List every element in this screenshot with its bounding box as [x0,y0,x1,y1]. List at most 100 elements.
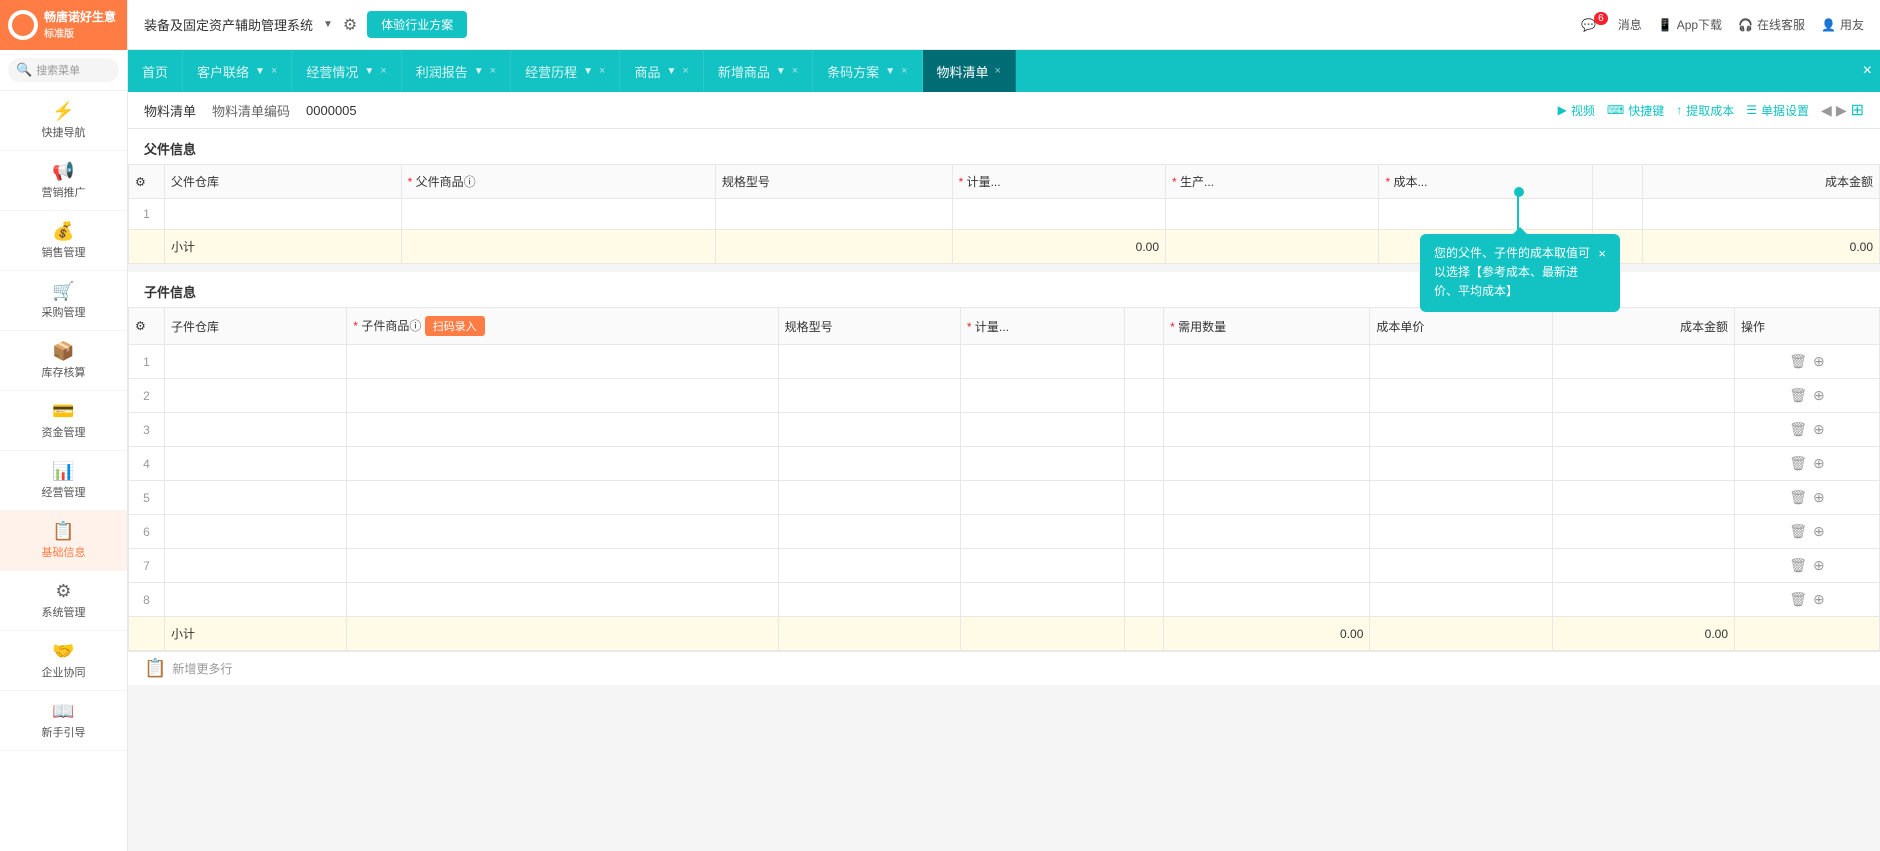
child-row-3-goods[interactable] [347,413,778,447]
delete-icon-7[interactable]: 🗑 [1789,557,1807,574]
child-row-1-quantity[interactable] [1164,345,1370,379]
tab-profit-close[interactable]: × [490,65,496,77]
shortcut-action[interactable]: ⌨ 快捷键 [1607,102,1664,119]
sidebar-item-system[interactable]: ⚙ 系统管理 [0,571,127,631]
parent-row-1-cost[interactable] [1379,199,1592,230]
delete-icon-8[interactable]: 🗑 [1789,591,1807,608]
child-row-8-goods[interactable] [347,583,778,617]
tab-history[interactable]: 经营历程 ▼ × [511,50,620,92]
copy-icon-2[interactable]: ⊕ [1813,387,1825,404]
extract-cost-action[interactable]: ↑ 提取成本 [1676,102,1734,119]
child-row-2-amount[interactable] [1552,379,1734,413]
child-row-1-warehouse[interactable] [165,345,347,379]
child-row-1-unit-cost[interactable] [1370,345,1552,379]
tooltip-close-btn[interactable]: × [1598,244,1606,265]
child-row-2-unit[interactable] [960,379,1124,413]
child-row-6-quantity[interactable] [1164,515,1370,549]
child-row-3-spec[interactable] [778,413,960,447]
child-row-2-goods[interactable] [347,379,778,413]
child-row-4-goods[interactable] [347,447,778,481]
tab-bom[interactable]: 物料清单 × [923,50,1016,92]
sidebar-item-finance[interactable]: 💳 资金管理 [0,391,127,451]
copy-icon-5[interactable]: ⊕ [1813,489,1825,506]
child-row-1-spec[interactable] [778,345,960,379]
sidebar-item-marketing[interactable]: 📢 营销推广 [0,151,127,211]
delete-icon-4[interactable]: 🗑 [1789,455,1807,472]
child-row-1-unit[interactable] [960,345,1124,379]
child-row-8-amount[interactable] [1552,583,1734,617]
child-row-5-unit[interactable] [960,481,1124,515]
child-row-6-amount[interactable] [1552,515,1734,549]
child-row-7-amount[interactable] [1552,549,1734,583]
parent-row-1-goods[interactable] [401,199,715,230]
tab-situation-close[interactable]: × [380,65,386,77]
tab-new-goods-close[interactable]: × [792,65,798,77]
child-row-6-spec[interactable] [778,515,960,549]
user-group[interactable]: 👤 用友 [1821,16,1864,33]
prev-page-btn[interactable]: ◀ [1821,102,1832,119]
tab-barcode-close[interactable]: × [901,65,907,77]
sidebar-item-quick-nav[interactable]: ⚡ 快捷导航 [0,91,127,151]
child-row-4-unit[interactable] [960,447,1124,481]
sidebar-item-purchase[interactable]: 🛒 采购管理 [0,271,127,331]
child-row-1-amount[interactable] [1552,345,1734,379]
copy-icon-8[interactable]: ⊕ [1813,591,1825,608]
view-action[interactable]: ▶ 视频 [1558,102,1595,119]
parent-row-1-notes[interactable] [1592,199,1642,230]
child-row-6-warehouse[interactable] [165,515,347,549]
sidebar-item-guide[interactable]: 📖 新手引导 [0,691,127,751]
online-service-group[interactable]: 🎧 在线客服 [1738,16,1805,33]
scan-btn[interactable]: 扫码录入 [425,316,485,336]
sidebar-search-container[interactable]: 🔍 搜索菜单 [0,50,127,91]
child-row-7-warehouse[interactable] [165,549,347,583]
sidebar-item-sales[interactable]: 💰 销售管理 [0,211,127,271]
next-page-btn[interactable]: ▶ [1836,102,1847,119]
tab-history-close[interactable]: × [599,65,605,77]
child-row-8-spec[interactable] [778,583,960,617]
child-row-3-quantity[interactable] [1164,413,1370,447]
child-row-5-amount[interactable] [1552,481,1734,515]
child-row-8-unit[interactable] [960,583,1124,617]
sidebar-item-enterprise[interactable]: 🤝 企业协同 [0,631,127,691]
parent-row-1-warehouse[interactable] [165,199,402,230]
add-row-icon[interactable]: 📋 [144,658,166,679]
tab-situation[interactable]: 经营情况 ▼ × [292,50,401,92]
tab-goods-close[interactable]: × [682,65,688,77]
child-row-4-unit-cost[interactable] [1370,447,1552,481]
delete-icon-5[interactable]: 🗑 [1789,489,1807,506]
child-row-8-unit-cost[interactable] [1370,583,1552,617]
tab-customer-close[interactable]: × [271,65,277,77]
child-row-7-unit[interactable] [960,549,1124,583]
child-row-8-quantity[interactable] [1164,583,1370,617]
child-row-1-goods[interactable] [347,345,778,379]
child-row-5-spec[interactable] [778,481,960,515]
tab-bar-close-btn[interactable]: × [1863,62,1872,80]
tab-new-goods[interactable]: 新增商品 ▼ × [704,50,813,92]
copy-icon-7[interactable]: ⊕ [1813,557,1825,574]
messages-group[interactable]: 💬 6 消息 [1581,16,1642,33]
child-row-4-warehouse[interactable] [165,447,347,481]
copy-icon-1[interactable]: ⊕ [1813,353,1825,370]
copy-icon-6[interactable]: ⊕ [1813,523,1825,540]
single-settings-action[interactable]: ☰ 单据设置 [1746,102,1809,119]
parent-row-1-production[interactable] [1166,199,1379,230]
child-row-4-amount[interactable] [1552,447,1734,481]
child-row-2-quantity[interactable] [1164,379,1370,413]
child-row-4-spec[interactable] [778,447,960,481]
parent-row-1-spec[interactable] [715,199,952,230]
tab-barcode[interactable]: 条码方案 ▼ × [813,50,922,92]
grid-view-icon[interactable]: ⊞ [1851,100,1864,120]
child-row-3-unit[interactable] [960,413,1124,447]
child-row-3-warehouse[interactable] [165,413,347,447]
delete-icon-1[interactable]: 🗑 [1789,353,1807,370]
child-row-5-quantity[interactable] [1164,481,1370,515]
child-row-5-goods[interactable] [347,481,778,515]
child-row-6-unit[interactable] [960,515,1124,549]
child-row-3-unit-cost[interactable] [1370,413,1552,447]
settings-icon[interactable]: ⚙ [343,15,357,35]
parent-row-1-amount[interactable] [1643,199,1880,230]
child-th-settings[interactable]: ⚙ [129,308,165,345]
tab-goods[interactable]: 商品 ▼ × [620,50,703,92]
child-row-7-quantity[interactable] [1164,549,1370,583]
parent-row-1-unit[interactable] [952,199,1165,230]
